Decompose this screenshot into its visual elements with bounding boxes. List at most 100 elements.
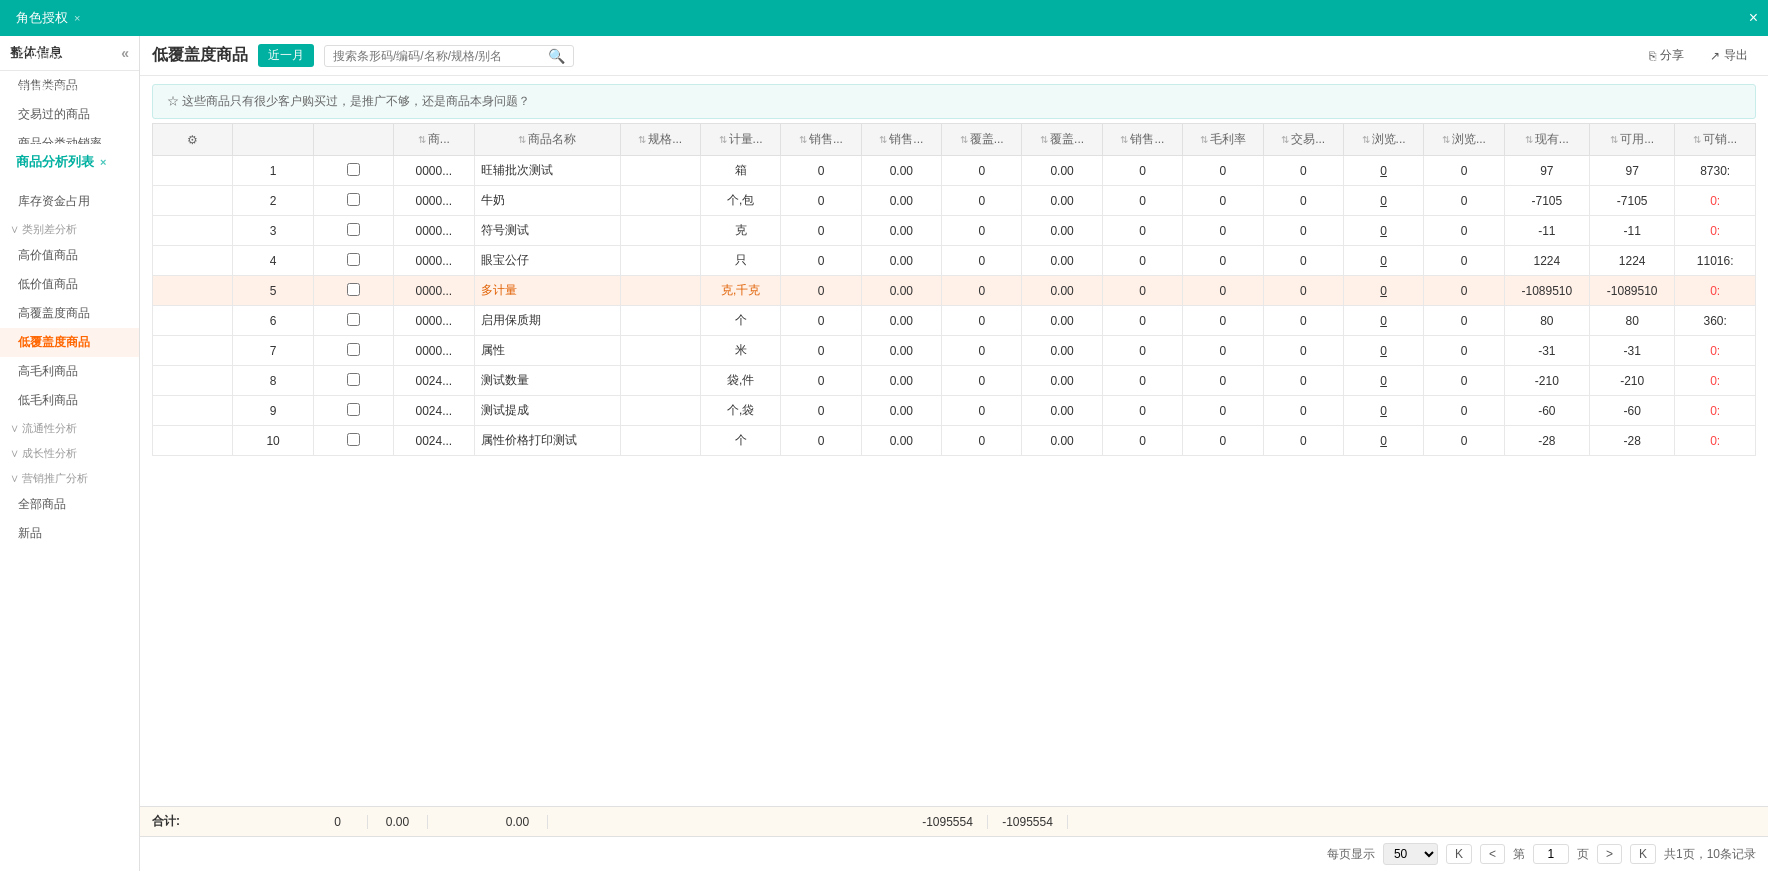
sidebar-item[interactable]: 低价值商品 — [0, 270, 139, 299]
row-browse1[interactable]: 0 — [1343, 246, 1423, 276]
row-browse1[interactable]: 0 — [1343, 426, 1423, 456]
column-header-browse1[interactable]: ⇅浏览... — [1343, 124, 1423, 156]
sidebar-item[interactable]: 高毛利商品 — [0, 357, 139, 386]
sidebar-group-title[interactable]: ∨ 类别差分析 — [0, 216, 139, 241]
table-row: 70000...属性米00.0000.0000000-31-310: — [153, 336, 1756, 366]
row-code: 0000... — [394, 276, 474, 306]
nav-tab[interactable]: 单据模板设置 × — [4, 72, 118, 108]
column-header-gross_rate[interactable]: ⇅毛利率 — [1183, 124, 1263, 156]
row-checkbox[interactable] — [313, 306, 393, 336]
row-code: 0000... — [394, 156, 474, 186]
row-sales-qty: 0 — [781, 276, 861, 306]
row-settings[interactable] — [153, 366, 233, 396]
table-row: 50000...多计量克,千克00.0000.0000000-1089510-1… — [153, 276, 1756, 306]
first-page-button[interactable]: K — [1446, 844, 1472, 864]
row-sales-amt: 0.00 — [861, 426, 941, 456]
column-header-sales_amt[interactable]: ⇅销售... — [861, 124, 941, 156]
row-saleable: 360: — [1675, 306, 1756, 336]
column-header-name[interactable]: ⇅商品名称 — [474, 124, 620, 156]
tab-close-icon[interactable]: × — [74, 12, 80, 24]
row-browse1[interactable]: 0 — [1343, 396, 1423, 426]
row-settings[interactable] — [153, 246, 233, 276]
row-checkbox[interactable] — [313, 276, 393, 306]
tab-close-icon[interactable]: × — [100, 48, 106, 60]
row-browse1[interactable]: 0 — [1343, 366, 1423, 396]
row-checkbox[interactable] — [313, 156, 393, 186]
nav-tab[interactable]: 商品分析列表 × — [4, 144, 118, 180]
sidebar-item[interactable]: 库存资金占用 — [0, 187, 139, 216]
search-icon[interactable]: 🔍 — [548, 48, 565, 64]
column-header-unit[interactable]: ⇅计量... — [700, 124, 780, 156]
row-name: 属性价格打印测试 — [474, 426, 620, 456]
sidebar-item[interactable]: 全部商品 — [0, 490, 139, 519]
row-gross-rate: 0 — [1183, 366, 1263, 396]
row-checkbox[interactable] — [313, 366, 393, 396]
sidebar-item[interactable]: 高覆盖度商品 — [0, 299, 139, 328]
row-name: 牛奶 — [474, 186, 620, 216]
sidebar-item[interactable]: 低覆盖度商品 — [0, 328, 139, 357]
sidebar-item[interactable]: 新品 — [0, 519, 139, 548]
row-browse1[interactable]: 0 — [1343, 276, 1423, 306]
sidebar-item[interactable]: 高价值商品 — [0, 241, 139, 270]
window-close-button[interactable]: × — [1749, 9, 1758, 27]
row-settings[interactable] — [153, 396, 233, 426]
share-button[interactable]: ⎘ 分享 — [1641, 44, 1692, 67]
row-settings[interactable] — [153, 426, 233, 456]
sidebar-group-title[interactable]: ∨ 成长性分析 — [0, 440, 139, 465]
sidebar-collapse-button[interactable]: « — [121, 45, 129, 61]
page-size-select[interactable]: 50 100 200 — [1383, 843, 1438, 865]
export-button[interactable]: ↗ 导出 — [1702, 44, 1756, 67]
column-header-sales_qty[interactable]: ⇅销售... — [781, 124, 861, 156]
row-browse1[interactable]: 0 — [1343, 216, 1423, 246]
row-checkbox[interactable] — [313, 426, 393, 456]
row-cover1: 0 — [942, 216, 1022, 246]
column-header-cover2[interactable]: ⇅覆盖... — [1022, 124, 1102, 156]
tab-close-icon[interactable]: × — [100, 156, 106, 168]
row-settings[interactable] — [153, 186, 233, 216]
sidebar-group-title[interactable]: ∨ 营销推广分析 — [0, 465, 139, 490]
row-browse1[interactable]: 0 — [1343, 336, 1423, 366]
column-header-browse2[interactable]: ⇅浏览... — [1424, 124, 1504, 156]
row-settings[interactable] — [153, 156, 233, 186]
row-settings[interactable] — [153, 216, 233, 246]
data-table: ⚙⇅商...⇅商品名称⇅规格...⇅计量...⇅销售...⇅销售...⇅覆盖..… — [152, 123, 1756, 456]
column-header-sales2[interactable]: ⇅销售... — [1102, 124, 1182, 156]
row-settings[interactable] — [153, 306, 233, 336]
sidebar-group-title[interactable]: ∨ 流通性分析 — [0, 415, 139, 440]
next-page-button[interactable]: > — [1597, 844, 1622, 864]
page-label: 第 — [1513, 846, 1525, 863]
nav-tab[interactable]: 产成品入库单 × — [4, 36, 118, 72]
row-code: 0000... — [394, 186, 474, 216]
column-header-spec[interactable]: ⇅规格... — [620, 124, 700, 156]
row-checkbox[interactable] — [313, 186, 393, 216]
row-checkbox[interactable] — [313, 216, 393, 246]
tab-close-icon[interactable]: × — [74, 120, 80, 132]
nav-tab[interactable]: 商品分析 × — [4, 108, 118, 144]
row-checkbox[interactable] — [313, 396, 393, 426]
row-settings[interactable] — [153, 336, 233, 366]
sidebar-item[interactable]: 低毛利商品 — [0, 386, 139, 415]
column-header-code[interactable]: ⇅商... — [394, 124, 474, 156]
table-wrapper[interactable]: ⚙⇅商...⇅商品名称⇅规格...⇅计量...⇅销售...⇅销售...⇅覆盖..… — [152, 123, 1756, 806]
row-settings[interactable] — [153, 276, 233, 306]
row-code: 0000... — [394, 306, 474, 336]
column-header-trade[interactable]: ⇅交易... — [1263, 124, 1343, 156]
column-header-current[interactable]: ⇅现有... — [1504, 124, 1589, 156]
row-checkbox[interactable] — [313, 336, 393, 366]
column-header-available[interactable]: ⇅可用... — [1590, 124, 1675, 156]
search-input[interactable] — [333, 49, 548, 63]
column-header-cover1[interactable]: ⇅覆盖... — [942, 124, 1022, 156]
time-filter-button[interactable]: 近一月 — [258, 44, 314, 67]
nav-tab[interactable]: 角色授权 × — [4, 0, 118, 36]
last-page-button[interactable]: K — [1630, 844, 1656, 864]
row-sales-qty: 0 — [781, 336, 861, 366]
column-header-saleable[interactable]: ⇅可销... — [1675, 124, 1756, 156]
row-browse1[interactable]: 0 — [1343, 306, 1423, 336]
page-input[interactable] — [1533, 844, 1569, 864]
row-browse1[interactable]: 0 — [1343, 156, 1423, 186]
tab-close-icon[interactable]: × — [100, 84, 106, 96]
row-unit: 个,包 — [700, 186, 780, 216]
prev-page-button[interactable]: < — [1480, 844, 1505, 864]
row-checkbox[interactable] — [313, 246, 393, 276]
row-browse1[interactable]: 0 — [1343, 186, 1423, 216]
